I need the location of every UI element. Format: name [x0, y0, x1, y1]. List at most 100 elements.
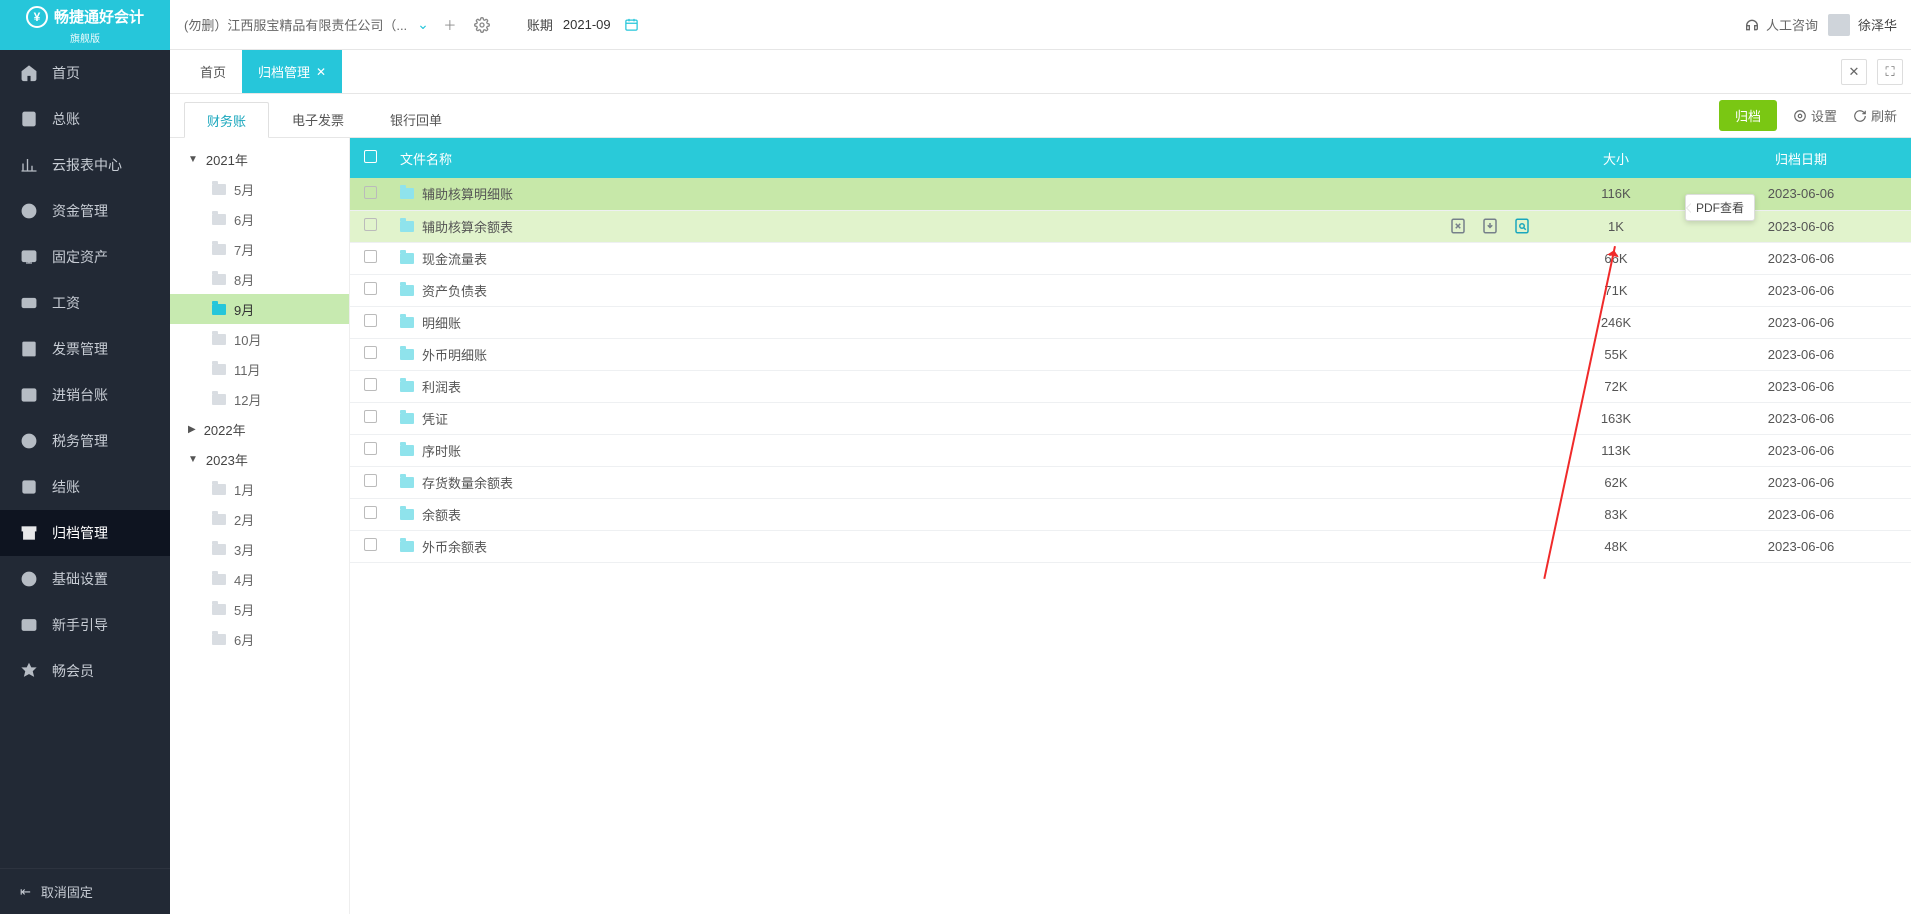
tab-archive[interactable]: 归档管理✕ — [242, 50, 342, 93]
tree-month-label: 11月 — [234, 360, 261, 379]
table-row[interactable]: 外币明细账55K2023-06-06 — [350, 338, 1911, 370]
tree-month-label: 12月 — [234, 390, 261, 409]
tree-month[interactable]: 11月 — [170, 354, 349, 384]
row-checkbox[interactable] — [364, 250, 377, 263]
folder-icon — [400, 413, 414, 424]
table-row[interactable]: 资产负债表71K2023-06-06 — [350, 274, 1911, 306]
file-size: 71K — [1541, 274, 1691, 306]
sidebar-item-member[interactable]: 畅会员 — [0, 648, 170, 694]
archive-button[interactable]: 归档 — [1719, 100, 1777, 131]
tree-month-label: 5月 — [234, 180, 254, 199]
sidebar-item-label: 结账 — [52, 477, 80, 497]
table-row[interactable]: 余额表83K2023-06-06 — [350, 498, 1911, 530]
row-checkbox[interactable] — [364, 538, 377, 551]
period-value[interactable]: 2021-09 — [563, 17, 611, 32]
download-excel-icon[interactable] — [1449, 217, 1467, 235]
calendar-icon[interactable] — [621, 14, 643, 36]
sidebar-item-ledger[interactable]: 总账 — [0, 96, 170, 142]
tree-month[interactable]: 2月 — [170, 504, 349, 534]
fullscreen-button[interactable]: ⛶ — [1877, 59, 1903, 85]
fixed-asset-icon — [20, 248, 38, 266]
tree-year[interactable]: ▶2022年 — [170, 414, 349, 444]
sidebar-item-home[interactable]: 首页 — [0, 50, 170, 96]
pdf-view-icon[interactable] — [1513, 217, 1531, 235]
row-checkbox[interactable] — [364, 218, 377, 231]
folder-icon — [400, 445, 414, 456]
folder-icon — [212, 364, 226, 375]
tree-month[interactable]: 7月 — [170, 234, 349, 264]
col-name: 文件名称 — [390, 138, 1401, 178]
subtabs: 财务账电子发票银行回单 归档 设置 刷新 — [170, 94, 1911, 138]
tree-month[interactable]: 5月 — [170, 594, 349, 624]
tree-month[interactable]: 1月 — [170, 474, 349, 504]
sidebar-unpin[interactable]: ⇤ 取消固定 — [0, 868, 170, 914]
table-row[interactable]: 存货数量余额表62K2023-06-06 — [350, 466, 1911, 498]
download-pdf-icon[interactable] — [1481, 217, 1499, 235]
subtab-finance[interactable]: 财务账 — [184, 102, 269, 138]
tree-month[interactable]: 4月 — [170, 564, 349, 594]
table-row[interactable]: 现金流量表66K2023-06-06 — [350, 242, 1911, 274]
row-checkbox[interactable] — [364, 506, 377, 519]
tree-month-label: 7月 — [234, 240, 254, 259]
tree-month[interactable]: 5月 — [170, 174, 349, 204]
table-row[interactable]: 外币余额表48K2023-06-06 — [350, 530, 1911, 562]
tree-month[interactable]: 6月 — [170, 624, 349, 654]
tree-year[interactable]: ▼2023年 — [170, 444, 349, 474]
tree-year-label: 2022年 — [204, 420, 246, 439]
headset-icon — [1744, 17, 1760, 33]
gear-icon[interactable] — [471, 14, 493, 36]
brand: ¥ 畅捷通好会计 旗舰版 — [0, 0, 170, 50]
consult-button[interactable]: 人工咨询 — [1744, 15, 1818, 34]
sidebar-item-settings[interactable]: 基础设置 — [0, 556, 170, 602]
row-checkbox[interactable] — [364, 314, 377, 327]
tab-home[interactable]: 首页 — [184, 50, 242, 93]
subtab-einvoice[interactable]: 电子发票 — [269, 101, 367, 137]
table-row[interactable]: 明细账246K2023-06-06 — [350, 306, 1911, 338]
row-checkbox[interactable] — [364, 474, 377, 487]
tree-month[interactable]: 10月 — [170, 324, 349, 354]
add-icon[interactable]: ＋ — [439, 14, 461, 36]
sidebar-item-tax[interactable]: 税务管理 — [0, 418, 170, 464]
sidebar-item-closing[interactable]: 结账 — [0, 464, 170, 510]
sidebar-item-salary[interactable]: 工资 — [0, 280, 170, 326]
table-row[interactable]: 凭证163K2023-06-06 — [350, 402, 1911, 434]
sidebar-item-guide[interactable]: 新手引导 — [0, 602, 170, 648]
row-checkbox[interactable] — [364, 282, 377, 295]
sidebar-item-fund[interactable]: 资金管理 — [0, 188, 170, 234]
tree-month[interactable]: 6月 — [170, 204, 349, 234]
row-checkbox[interactable] — [364, 378, 377, 391]
subtab-bank[interactable]: 银行回单 — [367, 101, 465, 137]
table-row[interactable]: 利润表72K2023-06-06 — [350, 370, 1911, 402]
settings-button[interactable]: 设置 — [1793, 106, 1837, 125]
tree-month[interactable]: 9月 — [170, 294, 349, 324]
table-row[interactable]: 辅助核算余额表1K2023-06-06 — [350, 210, 1911, 242]
col-date: 归档日期 — [1691, 138, 1911, 178]
sidebar-item-inout-ledger[interactable]: 进销台账 — [0, 372, 170, 418]
org-dropdown-icon[interactable]: ⌄ — [417, 16, 429, 33]
folder-icon — [212, 274, 226, 285]
sidebar-item-fixed-asset[interactable]: 固定资产 — [0, 234, 170, 280]
file-date: 2023-06-06 — [1691, 498, 1911, 530]
sidebar-item-cloud-report[interactable]: 云报表中心 — [0, 142, 170, 188]
table-row[interactable]: 辅助核算明细账116K2023-06-06 — [350, 178, 1911, 210]
folder-icon — [400, 317, 414, 328]
close-all-tabs-button[interactable]: ✕ — [1841, 59, 1867, 85]
sidebar-item-label: 进销台账 — [52, 385, 108, 405]
user-menu[interactable]: 徐泽华 — [1828, 14, 1897, 36]
salary-icon — [20, 294, 38, 312]
row-checkbox[interactable] — [364, 442, 377, 455]
tree-month[interactable]: 8月 — [170, 264, 349, 294]
tree-month[interactable]: 3月 — [170, 534, 349, 564]
refresh-icon — [1853, 109, 1867, 123]
row-checkbox[interactable] — [364, 410, 377, 423]
row-checkbox[interactable] — [364, 186, 377, 199]
row-checkbox[interactable] — [364, 346, 377, 359]
sidebar-item-invoice[interactable]: 发票管理 — [0, 326, 170, 372]
tree-year[interactable]: ▼2021年 — [170, 144, 349, 174]
close-icon[interactable]: ✕ — [316, 65, 326, 79]
sidebar-item-archive[interactable]: 归档管理 — [0, 510, 170, 556]
table-row[interactable]: 序时账113K2023-06-06 — [350, 434, 1911, 466]
tree-month[interactable]: 12月 — [170, 384, 349, 414]
select-all-checkbox[interactable] — [364, 150, 377, 163]
refresh-button[interactable]: 刷新 — [1853, 106, 1897, 125]
